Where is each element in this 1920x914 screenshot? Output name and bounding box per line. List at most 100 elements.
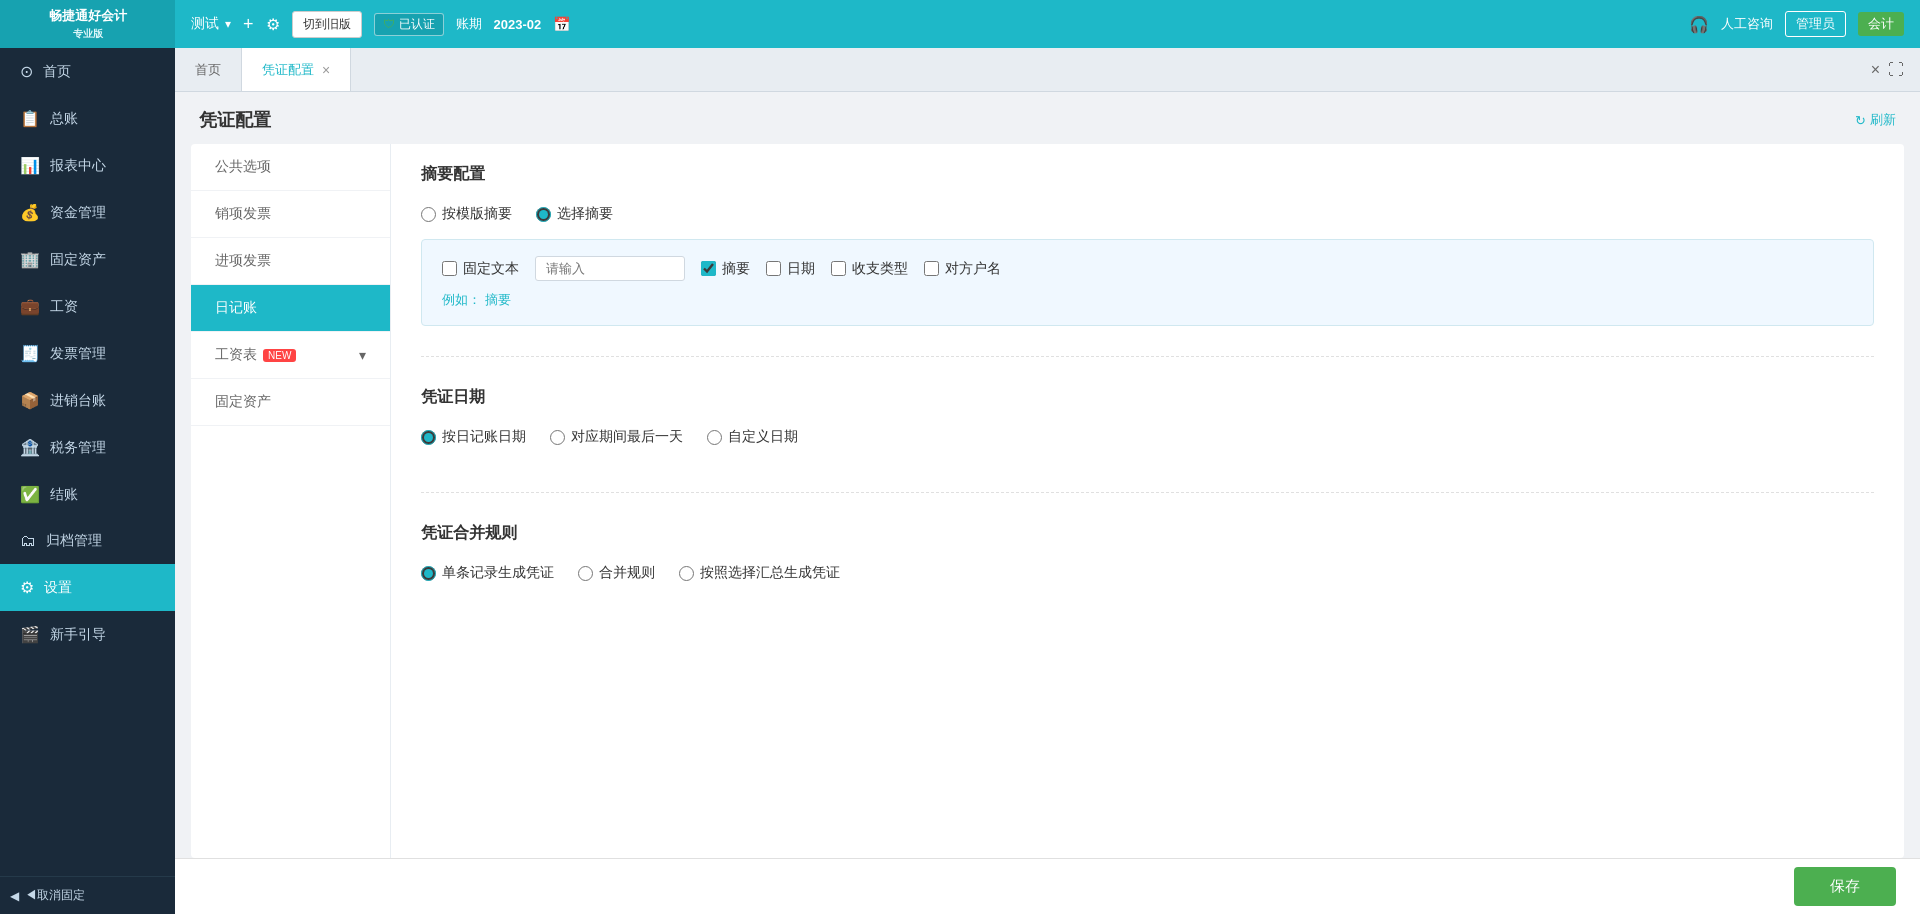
merge-summary-gen-label: 按照选择汇总生成凭证	[700, 564, 840, 582]
sidebar-item-tax[interactable]: 🏦 税务管理	[0, 424, 175, 471]
refresh-btn[interactable]: ↻ 刷新	[1855, 111, 1896, 129]
sidebar-collapse-btn[interactable]: ◀ ◀取消固定	[0, 876, 175, 914]
company-name-display[interactable]: 测试 ▾	[191, 15, 231, 33]
summary-template-radio[interactable]	[421, 207, 436, 222]
nav-fixed-assets-label: 固定资产	[215, 393, 271, 409]
type-checkbox[interactable]	[831, 261, 846, 276]
user-btn[interactable]: 管理员	[1785, 11, 1846, 37]
nav-sales-invoice[interactable]: 销项发票	[191, 191, 390, 238]
logo-line1: 畅捷通好会计	[49, 7, 127, 25]
sidebar-item-invoice[interactable]: 🧾 发票管理	[0, 330, 175, 377]
settings-icon[interactable]: ⚙	[266, 15, 280, 34]
date-option-period-last[interactable]: 对应期间最后一天	[550, 428, 683, 446]
tab-voucher-config[interactable]: 凭证配置 ×	[242, 48, 351, 91]
date-option-custom[interactable]: 自定义日期	[707, 428, 798, 446]
sidebar: ⊙ 首页 📋 总账 📊 报表中心 💰 资金管理 🏢 固定资产 💼 工资	[0, 48, 175, 914]
sidebar-item-reports[interactable]: 📊 报表中心	[0, 142, 175, 189]
date-option-journal[interactable]: 按日记账日期	[421, 428, 526, 446]
sidebar-item-assets[interactable]: 🏢 固定资产	[0, 236, 175, 283]
summary-checkbox-option[interactable]: 摘要	[701, 260, 750, 278]
nav-purchase-invoice[interactable]: 进项发票	[191, 238, 390, 285]
shield-icon: 🛡	[383, 17, 395, 31]
sidebar-item-purchase[interactable]: 📦 进销台账	[0, 377, 175, 424]
add-icon[interactable]: +	[243, 14, 254, 35]
merge-rules-radio[interactable]	[578, 566, 593, 581]
sidebar-item-settings[interactable]: ⚙ 设置	[0, 564, 175, 611]
nav-fixed-assets[interactable]: 固定资产	[191, 379, 390, 426]
sidebar-item-label-assets: 固定资产	[50, 251, 106, 269]
topbar-middle: 测试 ▾ + ⚙ 切到旧版 🛡 已认证 账期 2023-02 📅	[175, 11, 1689, 38]
tab-bar: 首页 凭证配置 × × ⛶	[175, 48, 1920, 92]
funds-icon: 💰	[20, 203, 40, 222]
summary-option-select[interactable]: 选择摘要	[536, 205, 613, 223]
sidebar-item-archive[interactable]: 🗂 归档管理	[0, 518, 175, 564]
accountant-btn[interactable]: 会计	[1858, 12, 1904, 36]
app-logo: 畅捷通好会计 专业版	[0, 0, 175, 48]
fixed-text-checkbox[interactable]	[442, 261, 457, 276]
sidebar-item-label-home: 首页	[43, 63, 71, 81]
merge-option-single[interactable]: 单条记录生成凭证	[421, 564, 554, 582]
page-content: 凭证配置 ↻ 刷新 公共选项 销项发票 进项发票	[175, 92, 1920, 914]
counterpart-checkbox-label: 对方户名	[945, 260, 1001, 278]
merge-option-rules[interactable]: 合并规则	[578, 564, 655, 582]
sidebar-item-label-ledger: 总账	[50, 110, 78, 128]
calendar-icon[interactable]: 📅	[553, 16, 570, 32]
main-layout: ⊙ 首页 📋 总账 📊 报表中心 💰 资金管理 🏢 固定资产 💼 工资	[0, 48, 1920, 914]
guide-icon: 🎬	[20, 625, 40, 644]
sidebar-item-salary[interactable]: 💼 工资	[0, 283, 175, 330]
sidebar-item-funds[interactable]: 💰 资金管理	[0, 189, 175, 236]
tab-close-icon[interactable]: ×	[322, 63, 330, 77]
summary-checkbox-label: 摘要	[722, 260, 750, 278]
type-checkbox-option[interactable]: 收支类型	[831, 260, 908, 278]
merge-rules-label: 合并规则	[599, 564, 655, 582]
page-title: 凭证配置	[199, 108, 271, 132]
service-label[interactable]: 人工咨询	[1721, 15, 1773, 33]
date-checkbox[interactable]	[766, 261, 781, 276]
merge-summary-gen-radio[interactable]	[679, 566, 694, 581]
summary-checkbox[interactable]	[701, 261, 716, 276]
date-journal-radio[interactable]	[421, 430, 436, 445]
summary-select-radio[interactable]	[536, 207, 551, 222]
chevron-down-icon[interactable]: ▾	[225, 17, 231, 31]
counterpart-checkbox-option[interactable]: 对方户名	[924, 260, 1001, 278]
collapse-icon: ◀	[10, 889, 19, 903]
merge-option-summary-gen[interactable]: 按照选择汇总生成凭证	[679, 564, 840, 582]
summary-options-row: 固定文本 摘要 日期	[442, 256, 1853, 281]
collapse-label: ◀取消固定	[25, 887, 85, 904]
nav-payroll[interactable]: 工资表 NEW ▾	[191, 332, 390, 379]
merge-single-radio[interactable]	[421, 566, 436, 581]
purchase-icon: 📦	[20, 391, 40, 410]
certified-badge: 🛡 已认证	[374, 13, 444, 36]
new-badge: NEW	[263, 349, 296, 362]
nav-public[interactable]: 公共选项	[191, 144, 390, 191]
fixed-text-input[interactable]	[535, 256, 685, 281]
fullscreen-icon[interactable]: ⛶	[1888, 61, 1904, 79]
period-value: 2023-02	[494, 17, 542, 32]
summary-option-template[interactable]: 按模版摘要	[421, 205, 512, 223]
sidebar-item-ledger[interactable]: 📋 总账	[0, 95, 175, 142]
fixed-text-option[interactable]: 固定文本	[442, 260, 519, 278]
sidebar-item-label-tax: 税务管理	[50, 439, 106, 457]
fixed-text-label: 固定文本	[463, 260, 519, 278]
date-period-last-radio[interactable]	[550, 430, 565, 445]
date-custom-radio[interactable]	[707, 430, 722, 445]
example-value: 摘要	[485, 292, 511, 307]
counterpart-checkbox[interactable]	[924, 261, 939, 276]
sidebar-item-home[interactable]: ⊙ 首页	[0, 48, 175, 95]
tab-home[interactable]: 首页	[175, 48, 242, 91]
sidebar-scroll: ⊙ 首页 📋 总账 📊 报表中心 💰 资金管理 🏢 固定资产 💼 工资	[0, 48, 175, 876]
nav-journal-label: 日记账	[215, 299, 257, 315]
merge-radio-group: 单条记录生成凭证 合并规则 按照选择汇总生成凭证	[421, 564, 1874, 582]
example-label: 例如：	[442, 292, 481, 307]
sidebar-item-guide[interactable]: 🎬 新手引导	[0, 611, 175, 658]
switch-old-btn[interactable]: 切到旧版	[292, 11, 362, 38]
save-btn[interactable]: 保存	[1794, 867, 1896, 906]
sidebar-item-label-guide: 新手引导	[50, 626, 106, 644]
certified-label: 已认证	[399, 16, 435, 33]
main-panel: 公共选项 销项发票 进项发票 日记账 工资表 NEW	[191, 144, 1904, 858]
close-window-icon[interactable]: ×	[1871, 61, 1880, 79]
sidebar-item-settle[interactable]: ✅ 结账	[0, 471, 175, 518]
date-checkbox-option[interactable]: 日期	[766, 260, 815, 278]
nav-journal[interactable]: 日记账	[191, 285, 390, 332]
topbar-right: 🎧 人工咨询 管理员 会计	[1689, 11, 1920, 37]
